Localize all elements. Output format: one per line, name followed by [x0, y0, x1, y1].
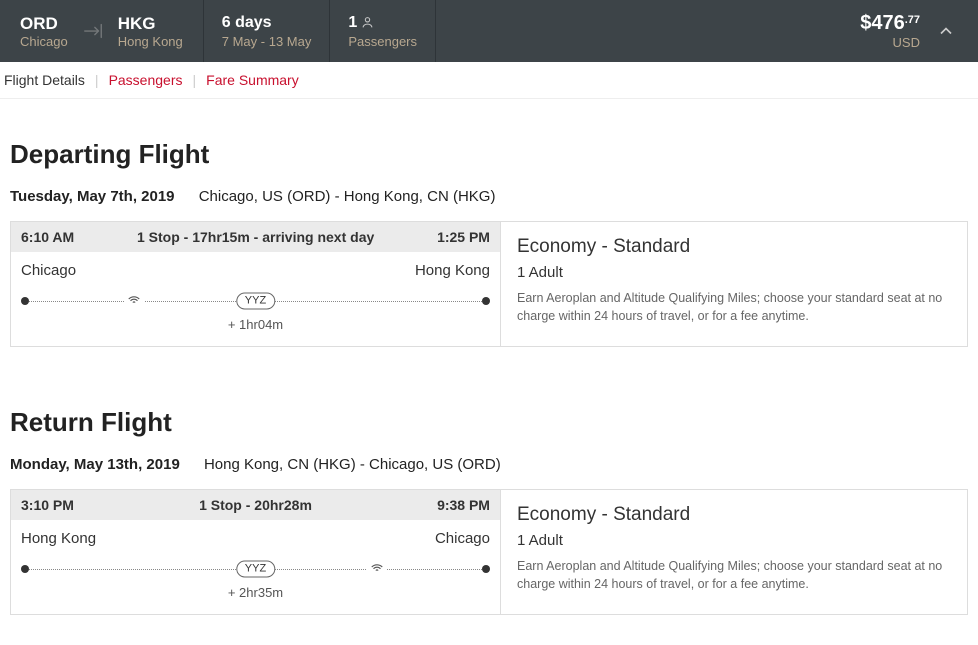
departing-dep-city: Chicago	[21, 262, 76, 279]
dest-city: Hong Kong	[118, 34, 183, 49]
tab-flight-details[interactable]: Flight Details	[4, 72, 85, 88]
departing-cities: Chicago Hong Kong	[11, 252, 500, 285]
return-dep-time: 3:10 PM	[21, 497, 74, 513]
chevron-up-icon[interactable]	[936, 21, 956, 41]
price-main: $476	[860, 12, 905, 35]
return-pax: 1 Adult	[517, 532, 951, 549]
return-timeline-panel[interactable]: 3:10 PM 1 Stop - 20hr28m 9:38 PM Hong Ko…	[11, 490, 501, 614]
departing-stop-code: YYZ	[236, 293, 275, 310]
departing-arr-time: 1:25 PM	[437, 229, 490, 245]
destination: HKG Hong Kong	[118, 14, 183, 49]
departing-pax: 1 Adult	[517, 264, 951, 281]
return-timeline: YYZ	[21, 557, 490, 581]
duration-cell[interactable]: 6 days 7 May - 13 May	[204, 0, 331, 62]
departing-date-route: Tuesday, May 7th, 2019 Chicago, US (ORD)…	[10, 188, 968, 205]
wifi-icon	[124, 292, 144, 310]
price: $476 .77	[860, 12, 920, 35]
return-fare-class: Economy - Standard	[517, 504, 951, 526]
departing-layover: + 1hr04m	[11, 313, 500, 346]
departing-card: 6:10 AM 1 Stop - 17hr15m - arriving next…	[10, 221, 968, 347]
return-stop-code: YYZ	[236, 561, 275, 578]
tab-separator: |	[193, 72, 197, 88]
origin-code: ORD	[20, 14, 68, 34]
wifi-icon	[367, 560, 387, 578]
timeline-start-dot	[21, 297, 29, 305]
origin-city: Chicago	[20, 34, 68, 49]
tab-passengers[interactable]: Passengers	[109, 72, 183, 88]
departing-dep-time: 6:10 AM	[21, 229, 74, 245]
departing-date: Tuesday, May 7th, 2019	[10, 188, 175, 205]
return-time-bar: 3:10 PM 1 Stop - 20hr28m 9:38 PM	[11, 490, 500, 520]
summary-header: ORD Chicago HKG Hong Kong 6 days 7 May -…	[0, 0, 978, 62]
departing-arr-city: Hong Kong	[415, 262, 490, 279]
header-spacer	[436, 0, 838, 62]
return-cities: Hong Kong Chicago	[11, 520, 500, 553]
route-cell[interactable]: ORD Chicago HKG Hong Kong	[0, 0, 204, 62]
departing-fare-desc: Earn Aeroplan and Altitude Qualifying Mi…	[517, 289, 951, 325]
departing-summary: 1 Stop - 17hr15m - arriving next day	[137, 229, 374, 245]
price-cell[interactable]: $476 .77 USD	[838, 0, 978, 62]
pax-label: Passengers	[348, 34, 417, 49]
departing-timeline-panel[interactable]: 6:10 AM 1 Stop - 17hr15m - arriving next…	[11, 222, 501, 346]
tab-fare-summary[interactable]: Fare Summary	[206, 72, 299, 88]
return-dep-city: Hong Kong	[21, 530, 96, 547]
person-icon	[361, 16, 374, 29]
timeline-start-dot	[21, 565, 29, 573]
return-card: 3:10 PM 1 Stop - 20hr28m 9:38 PM Hong Ko…	[10, 489, 968, 615]
duration-days: 6 days	[222, 14, 312, 32]
return-arr-time: 9:38 PM	[437, 497, 490, 513]
return-date: Monday, May 13th, 2019	[10, 456, 180, 473]
departing-fare-panel: Economy - Standard 1 Adult Earn Aeroplan…	[501, 222, 967, 346]
departing-time-bar: 6:10 AM 1 Stop - 17hr15m - arriving next…	[11, 222, 500, 252]
date-range: 7 May - 13 May	[222, 34, 312, 49]
passengers-cell[interactable]: 1 Passengers	[330, 0, 436, 62]
content: Departing Flight Tuesday, May 7th, 2019 …	[0, 99, 978, 645]
origin: ORD Chicago	[20, 14, 68, 49]
return-title: Return Flight	[10, 407, 968, 438]
price-cents: .77	[905, 14, 920, 26]
timeline-end-dot	[482, 565, 490, 573]
return-date-route: Monday, May 13th, 2019 Hong Kong, CN (HK…	[10, 456, 968, 473]
departing-title: Departing Flight	[10, 139, 968, 170]
return-fare-panel: Economy - Standard 1 Adult Earn Aeroplan…	[501, 490, 967, 614]
plane-icon	[82, 20, 104, 42]
return-layover: + 2hr35m	[11, 581, 500, 614]
return-summary: 1 Stop - 20hr28m	[199, 497, 312, 513]
tab-separator: |	[95, 72, 99, 88]
departing-route: Chicago, US (ORD) - Hong Kong, CN (HKG)	[199, 188, 496, 205]
return-route: Hong Kong, CN (HKG) - Chicago, US (ORD)	[204, 456, 501, 473]
tabs: Flight Details | Passengers | Fare Summa…	[0, 62, 978, 99]
return-arr-city: Chicago	[435, 530, 490, 547]
currency: USD	[893, 35, 920, 50]
timeline-end-dot	[482, 297, 490, 305]
pax-count: 1	[348, 14, 357, 32]
return-fare-desc: Earn Aeroplan and Altitude Qualifying Mi…	[517, 557, 951, 593]
dest-code: HKG	[118, 14, 183, 34]
departing-timeline: YYZ	[21, 289, 490, 313]
departing-fare-class: Economy - Standard	[517, 236, 951, 258]
